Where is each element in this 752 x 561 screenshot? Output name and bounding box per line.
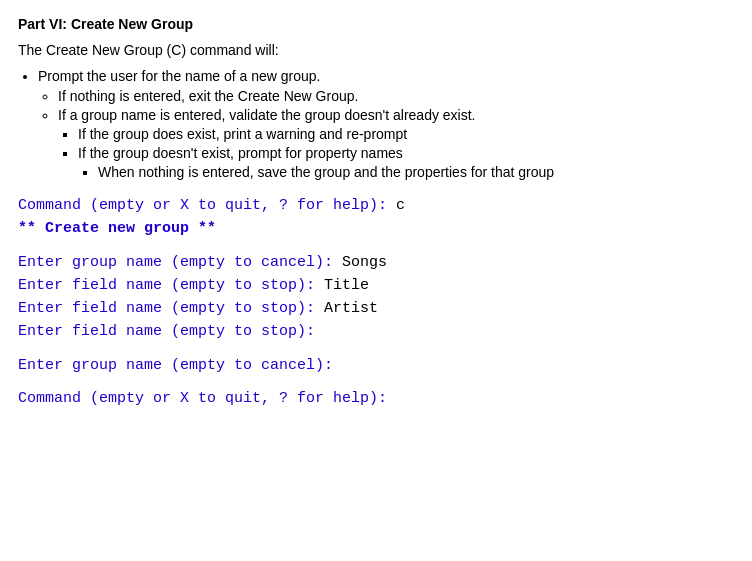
- bullet-item-1: Prompt the user for the name of a new gr…: [38, 68, 734, 180]
- spacer-1: [18, 241, 734, 251]
- terminal-line-1: Command (empty or X to quit, ? for help)…: [18, 194, 734, 217]
- intro-text: The Create New Group (C) command will:: [18, 42, 734, 58]
- sub-sub-item-2: If the group doesn't exist, prompt for p…: [78, 145, 734, 180]
- main-bullet-list: Prompt the user for the name of a new gr…: [38, 68, 734, 180]
- page-title: Part VI: Create New Group: [18, 16, 734, 32]
- sub-sub-sub-item-1: When nothing is entered, save the group …: [98, 164, 734, 180]
- terminal-line-9: Enter group name (empty to cancel):: [18, 354, 734, 377]
- sub-sub-list-1: If the group does exist, print a warning…: [78, 126, 734, 180]
- sub-item-1: If nothing is entered, exit the Create N…: [58, 88, 734, 104]
- sub-list-1: If nothing is entered, exit the Create N…: [58, 88, 734, 180]
- spacer-3: [18, 377, 734, 387]
- terminal-line-7: Enter field name (empty to stop):: [18, 320, 734, 343]
- sub-item-2: If a group name is entered, validate the…: [58, 107, 734, 180]
- terminal-line-11: Command (empty or X to quit, ? for help)…: [18, 387, 734, 410]
- sub-sub-sub-list-1: When nothing is entered, save the group …: [98, 164, 734, 180]
- terminal-block: Command (empty or X to quit, ? for help)…: [18, 194, 734, 410]
- terminal-line-2: ** Create new group **: [18, 217, 734, 240]
- terminal-line-5: Enter field name (empty to stop): Title: [18, 274, 734, 297]
- spacer-2: [18, 344, 734, 354]
- terminal-line-6: Enter field name (empty to stop): Artist: [18, 297, 734, 320]
- sub-sub-item-1: If the group does exist, print a warning…: [78, 126, 734, 142]
- terminal-line-4: Enter group name (empty to cancel): Song…: [18, 251, 734, 274]
